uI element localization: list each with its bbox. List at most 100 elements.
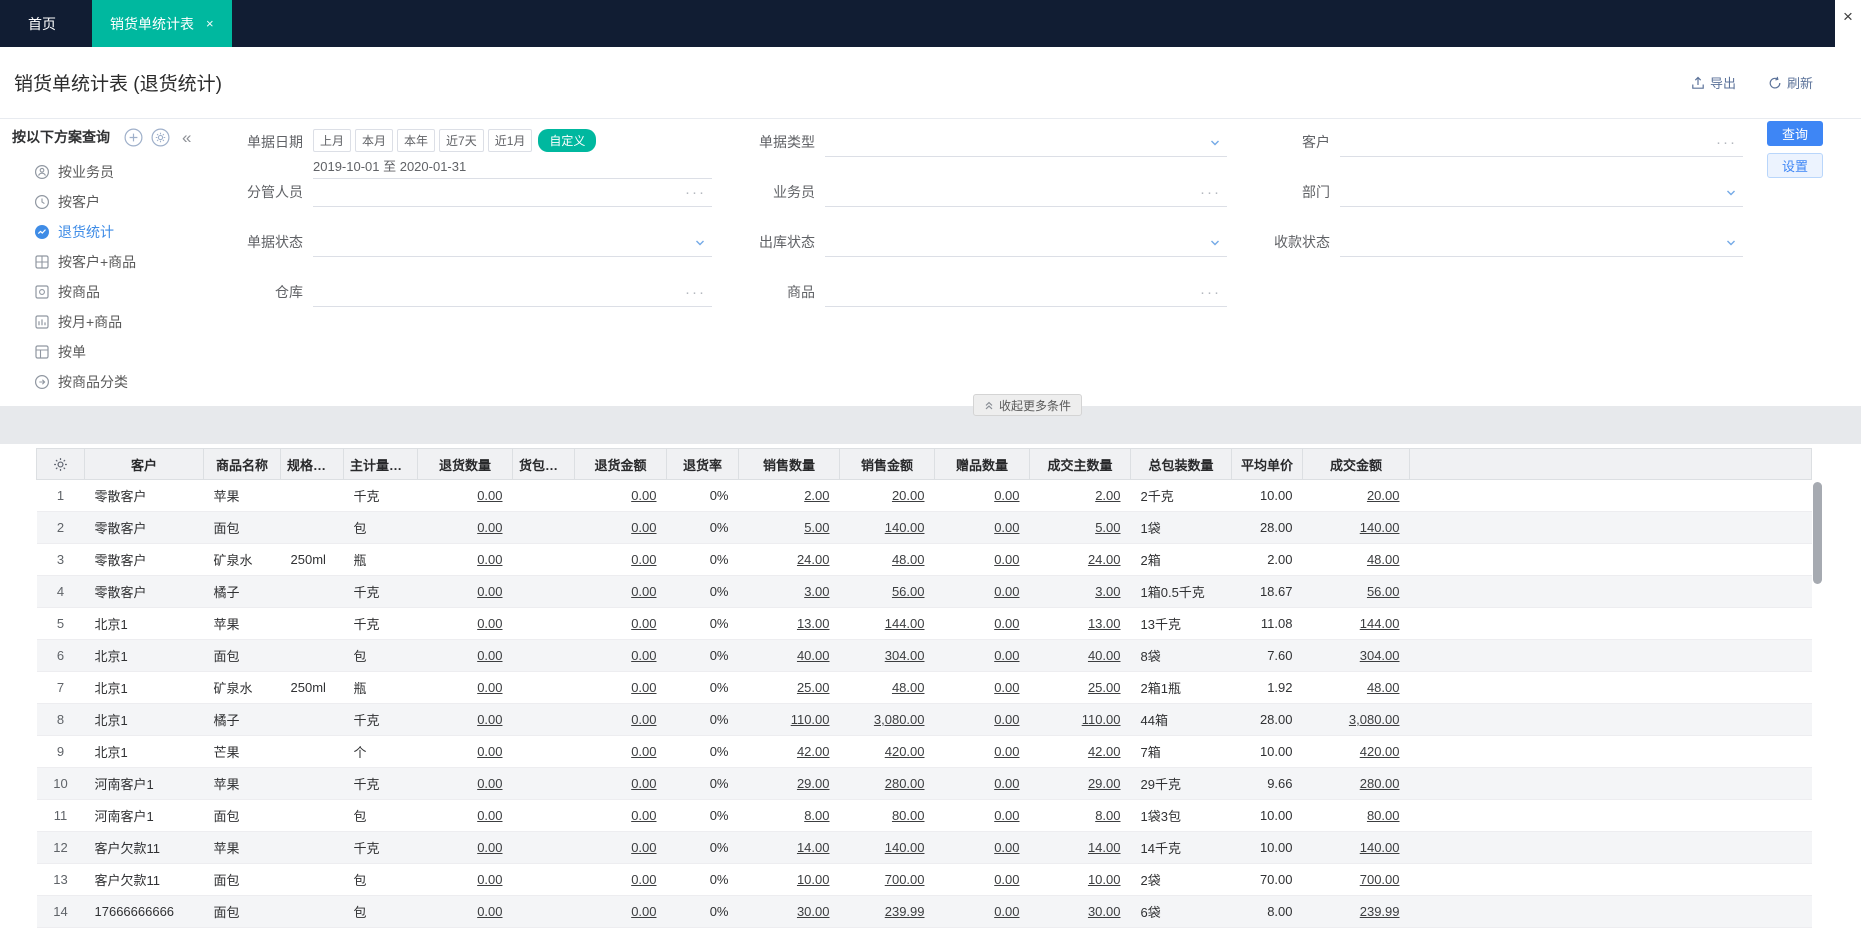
gear-icon[interactable]	[53, 457, 68, 472]
more-options-icon[interactable]: ···	[685, 285, 706, 300]
drilldown-link[interactable]: 48.00	[892, 552, 925, 567]
drilldown-link[interactable]: 0.00	[477, 872, 502, 887]
drilldown-link[interactable]: 0.00	[631, 648, 656, 663]
drilldown-link[interactable]: 0.00	[631, 616, 656, 631]
drilldown-link[interactable]: 10.00	[1088, 872, 1121, 887]
table-row[interactable]: 1 零散客户 苹果 千克 0.00 0.00 0% 2.00 20.00 0.00 2.00 2千克 1…	[36, 479, 1812, 512]
drilldown-link[interactable]: 5.00	[1095, 520, 1120, 535]
drilldown-link[interactable]: 700.00	[1360, 872, 1400, 887]
drilldown-link[interactable]: 56.00	[892, 584, 925, 599]
drilldown-link[interactable]: 80.00	[892, 808, 925, 823]
filter-picker[interactable]: ···	[313, 179, 712, 207]
drilldown-link[interactable]: 0.00	[631, 552, 656, 567]
filter-picker[interactable]: ···	[825, 179, 1227, 207]
date-preset-chip[interactable]: 近1月	[487, 129, 533, 152]
drilldown-link[interactable]: 420.00	[1360, 744, 1400, 759]
drilldown-link[interactable]: 0.00	[631, 520, 656, 535]
table-row[interactable]: 9 北京1 芒果 个 0.00 0.00 0% 42.00 420.00 0.00 42.00 7箱 1…	[36, 735, 1812, 768]
drilldown-link[interactable]: 110.00	[791, 712, 830, 727]
drilldown-link[interactable]: 8.00	[1095, 808, 1120, 823]
drilldown-link[interactable]: 30.00	[797, 904, 830, 919]
drilldown-link[interactable]: 140.00	[1360, 840, 1400, 855]
date-preset-chip[interactable]: 本年	[397, 129, 436, 152]
drilldown-link[interactable]: 144.00	[1360, 616, 1400, 631]
drilldown-link[interactable]: 14.00	[797, 840, 830, 855]
drilldown-link[interactable]: 0.00	[477, 776, 502, 791]
filter-select[interactable]	[1340, 179, 1743, 207]
date-preset-chip[interactable]: 近7天	[439, 129, 484, 152]
add-scheme-button[interactable]	[124, 128, 143, 147]
drilldown-link[interactable]: 40.00	[1088, 648, 1121, 663]
drilldown-link[interactable]: 0.00	[994, 744, 1019, 759]
tab-home[interactable]: 首页	[8, 0, 76, 47]
sidebar-item-active[interactable]: 退货统计	[12, 217, 211, 247]
drilldown-link[interactable]: 42.00	[1088, 744, 1121, 759]
drilldown-link[interactable]: 29.00	[1088, 776, 1121, 791]
drilldown-link[interactable]: 0.00	[994, 840, 1019, 855]
drilldown-link[interactable]: 0.00	[631, 744, 656, 759]
sidebar-item[interactable]: 按业务员	[12, 157, 211, 187]
table-row[interactable]: 11 河南客户1 面包 包 0.00 0.00 0% 8.00 80.00 0.00 8.00 1袋3…	[36, 799, 1812, 832]
drilldown-link[interactable]: 2.00	[1095, 488, 1120, 503]
drilldown-link[interactable]: 0.00	[477, 712, 502, 727]
sidebar-item[interactable]: 按月+商品	[12, 307, 211, 337]
table-row[interactable]: 12 客户欠款11 苹果 千克 0.00 0.00 0% 14.00 140.00 0.00 14.…	[36, 831, 1812, 864]
drilldown-link[interactable]: 140.00	[1360, 520, 1400, 535]
chevron-down-icon[interactable]	[694, 237, 706, 249]
drilldown-link[interactable]: 0.00	[477, 840, 502, 855]
drilldown-link[interactable]: 24.00	[797, 552, 830, 567]
drilldown-link[interactable]: 0.00	[994, 584, 1019, 599]
drilldown-link[interactable]: 140.00	[885, 840, 925, 855]
drilldown-link[interactable]: 420.00	[885, 744, 925, 759]
more-options-icon[interactable]: ···	[685, 185, 706, 200]
more-options-icon[interactable]: ···	[1716, 135, 1737, 150]
table-row[interactable]: 3 零散客户 矿泉水 250ml 瓶 0.00 0.00 0% 24.00 48.00 0.00 24…	[36, 543, 1812, 576]
drilldown-link[interactable]: 3.00	[804, 584, 829, 599]
drilldown-link[interactable]: 0.00	[631, 680, 656, 695]
drilldown-link[interactable]: 0.00	[631, 712, 656, 727]
drilldown-link[interactable]: 239.99	[885, 904, 925, 919]
table-row[interactable]: 5 北京1 苹果 千克 0.00 0.00 0% 13.00 144.00 0.00 13.00 13…	[36, 607, 1812, 640]
drilldown-link[interactable]: 280.00	[885, 776, 925, 791]
drilldown-link[interactable]: 56.00	[1367, 584, 1400, 599]
drilldown-link[interactable]: 13.00	[1088, 616, 1121, 631]
collapse-more-button[interactable]: 收起更多条件	[973, 394, 1083, 416]
drilldown-link[interactable]: 0.00	[631, 872, 656, 887]
more-options-icon[interactable]: ···	[1200, 285, 1221, 300]
drilldown-link[interactable]: 0.00	[631, 808, 656, 823]
date-range-value[interactable]: 2019-10-01 至 2020-01-31	[313, 156, 712, 175]
drilldown-link[interactable]: 0.00	[994, 648, 1019, 663]
sidebar-item[interactable]: 按客户	[12, 187, 211, 217]
drilldown-link[interactable]: 700.00	[885, 872, 925, 887]
collapse-sidebar-icon[interactable]: «	[182, 129, 191, 146]
table-row[interactable]: 4 零散客户 橘子 千克 0.00 0.00 0% 3.00 56.00 0.00 3.00 1箱0.…	[36, 575, 1812, 608]
export-button[interactable]: 导出	[1691, 73, 1736, 92]
drilldown-link[interactable]: 0.00	[994, 872, 1019, 887]
drilldown-link[interactable]: 0.00	[477, 744, 502, 759]
refresh-button[interactable]: 刷新	[1768, 73, 1813, 92]
filter-picker[interactable]: ···	[313, 279, 712, 307]
settings-button[interactable]: 设置	[1767, 153, 1823, 178]
drilldown-link[interactable]: 304.00	[1360, 648, 1400, 663]
filter-select[interactable]	[825, 229, 1227, 257]
drilldown-link[interactable]: 0.00	[994, 712, 1019, 727]
drilldown-link[interactable]: 0.00	[994, 680, 1019, 695]
table-row[interactable]: 2 零散客户 面包 包 0.00 0.00 0% 5.00 140.00 0.00 5.00 1袋 28…	[36, 511, 1812, 544]
chevron-down-icon[interactable]	[1209, 237, 1221, 249]
drilldown-link[interactable]: 0.00	[994, 520, 1019, 535]
chevron-down-icon[interactable]	[1725, 187, 1737, 199]
drilldown-link[interactable]: 3,080.00	[874, 712, 925, 727]
drilldown-link[interactable]: 280.00	[1360, 776, 1400, 791]
date-preset-chip[interactable]: 上月	[313, 129, 352, 152]
drilldown-link[interactable]: 0.00	[631, 840, 656, 855]
drilldown-link[interactable]: 144.00	[885, 616, 925, 631]
filter-select[interactable]	[313, 229, 712, 257]
sidebar-item[interactable]: 按客户+商品	[12, 247, 211, 277]
drilldown-link[interactable]: 0.00	[477, 552, 502, 567]
drilldown-link[interactable]: 0.00	[994, 552, 1019, 567]
drilldown-link[interactable]: 0.00	[631, 776, 656, 791]
drilldown-link[interactable]: 2.00	[804, 488, 829, 503]
table-row[interactable]: 13 客户欠款11 面包 包 0.00 0.00 0% 10.00 700.00 0.00 10.0…	[36, 863, 1812, 896]
table-row[interactable]: 14 17666666666 面包 包 0.00 0.00 0% 30.00 239.99 0.0…	[36, 895, 1812, 928]
drilldown-link[interactable]: 0.00	[994, 776, 1019, 791]
